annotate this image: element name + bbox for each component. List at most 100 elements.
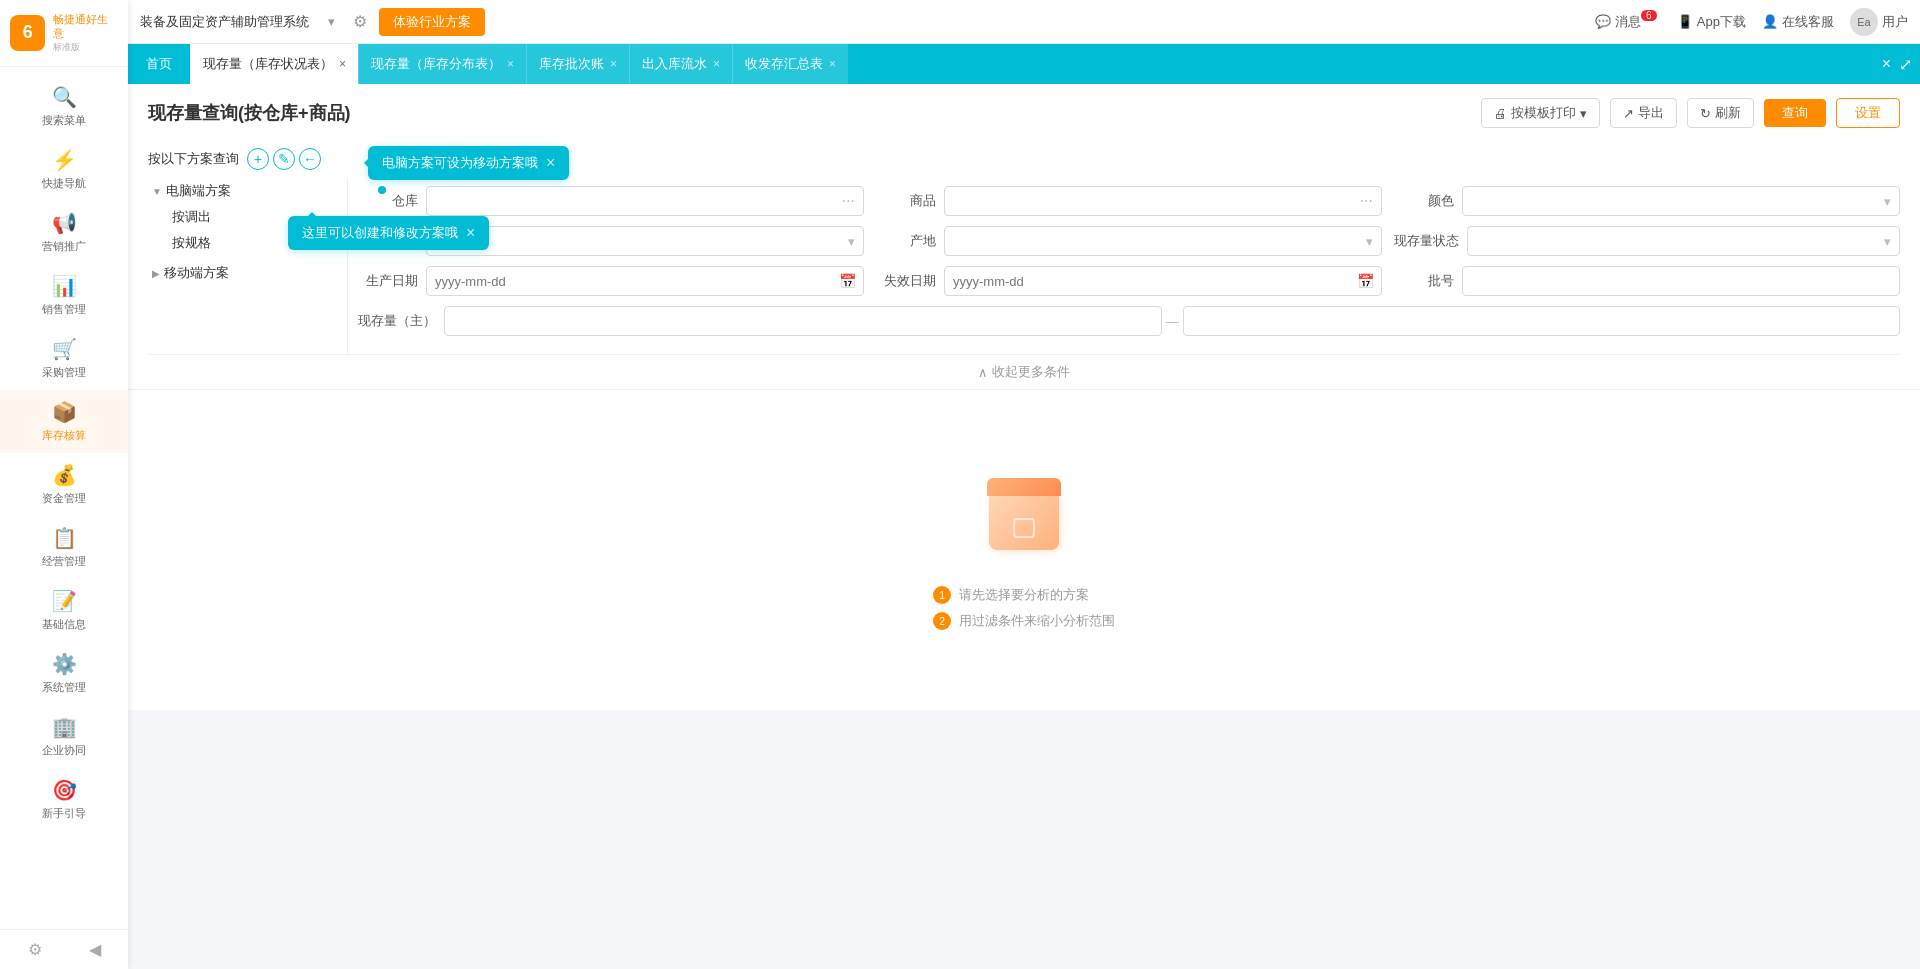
tab-stock-status-close[interactable]: × <box>339 57 346 71</box>
edit-scheme-btn[interactable]: ✎ <box>273 148 295 170</box>
sidebar-item-sales[interactable]: 📊 销售管理 <box>0 264 128 327</box>
page-actions: 🖨 按模板打印 ▾ ↗ 导出 ↻ 刷新 查询 设置 <box>1481 98 1900 128</box>
sidebar-item-enterprise[interactable]: 🏢 企业协同 <box>0 705 128 768</box>
sidebar-item-finance[interactable]: 💰 资金管理 <box>0 453 128 516</box>
tab-stock-summary[interactable]: 收发存汇总表 × <box>732 44 848 84</box>
origin-arrow: ▾ <box>1366 234 1373 249</box>
tab-stock-batch-label: 库存批次账 <box>539 55 604 73</box>
finance-label: 资金管理 <box>42 491 86 506</box>
prod-date-input[interactable] <box>426 266 864 296</box>
message-btn[interactable]: 💬 消息 6 <box>1595 13 1661 31</box>
edit-tooltip-close-btn[interactable]: × <box>466 224 475 242</box>
prod-date-calendar-icon[interactable]: 📅 <box>839 273 856 289</box>
expiry-date-input[interactable] <box>944 266 1382 296</box>
origin-label: 产地 <box>876 232 936 250</box>
sidebar-item-system[interactable]: ⚙️ 系统管理 <box>0 642 128 705</box>
stock-icon: 📦 <box>52 400 77 424</box>
tab-stock-dist[interactable]: 现存量（库存分布表） × <box>358 44 526 84</box>
tab-fullscreen-btn[interactable]: ⤢ <box>1899 55 1912 74</box>
empty-face-shape <box>1013 518 1035 538</box>
stock-status-label: 现存量状态 <box>1394 232 1459 250</box>
expiry-date-calendar-icon[interactable]: 📅 <box>1357 273 1374 289</box>
sidebar-settings-btn[interactable]: ⚙ <box>28 940 42 959</box>
export-label: 导出 <box>1638 104 1664 122</box>
scheme-group-mobile: ▶ 移动端方案 <box>148 260 337 286</box>
size-select[interactable]: ▾ <box>426 226 864 256</box>
color-select[interactable]: ▾ <box>1462 186 1900 216</box>
marketing-label: 营销推广 <box>42 239 86 254</box>
filter-row-4: 现存量（主） — <box>358 306 1900 336</box>
filter-body: ▼ 电脑端方案 按调出 按规格 ▶ 移动端方案 <box>148 178 1900 354</box>
quick-nav-label: 快捷导航 <box>42 176 86 191</box>
export-icon: ↗ <box>1623 106 1634 121</box>
stock-status-arrow: ▾ <box>1884 234 1891 249</box>
scheme-group-pc-header[interactable]: ▼ 电脑端方案 <box>148 178 337 204</box>
refresh-btn[interactable]: ↻ 刷新 <box>1687 98 1754 128</box>
system-dropdown-btn[interactable]: ▾ <box>321 12 341 32</box>
sidebar-item-marketing[interactable]: 📢 营销推广 <box>0 201 128 264</box>
tab-stock-dist-close[interactable]: × <box>507 57 514 71</box>
empty-box-shape <box>989 490 1059 550</box>
stock-main-from[interactable] <box>444 306 1162 336</box>
sidebar-collapse-btn[interactable]: ◀ <box>89 940 101 959</box>
collapse-btn[interactable]: ∧ 收起更多条件 <box>978 363 1070 381</box>
sidebar-item-operations[interactable]: 📋 经营管理 <box>0 516 128 579</box>
export-btn[interactable]: ↗ 导出 <box>1610 98 1677 128</box>
logo-text-wrap: 畅捷通好生意 标准版 <box>53 12 118 54</box>
sidebar-item-purchase[interactable]: 🛒 采购管理 <box>0 327 128 390</box>
filter-field-prod-date: 生产日期 📅 <box>358 266 864 296</box>
edit-tooltip: 这里可以创建和修改方案哦 × <box>288 216 489 250</box>
tab-stock-summary-close[interactable]: × <box>829 57 836 71</box>
sidebar-nav: 🔍 搜索菜单 ⚡ 快捷导航 📢 营销推广 📊 销售管理 🛒 采购管理 📦 库存核… <box>0 67 128 929</box>
sidebar-item-search[interactable]: 🔍 搜索菜单 <box>0 75 128 138</box>
industry-plan-btn[interactable]: 体验行业方案 <box>379 8 485 36</box>
purchase-icon: 🛒 <box>52 337 77 361</box>
back-scheme-btn[interactable]: ← <box>299 148 321 170</box>
filter-row-2: 尺码 ▾ 产地 ▾ <box>358 226 1900 256</box>
tab-stock-inout-close[interactable]: × <box>713 57 720 71</box>
tab-stock-inout[interactable]: 出入库流水 × <box>629 44 732 84</box>
search-btn[interactable]: 查询 <box>1764 99 1826 127</box>
sidebar-item-stock[interactable]: 📦 库存核算 <box>0 390 128 453</box>
warehouse-select[interactable]: ··· <box>426 186 864 216</box>
online-service-btn[interactable]: 👤 在线客服 <box>1762 13 1834 31</box>
filter-field-stock-main: 现存量（主） — <box>358 306 1900 336</box>
scheme-group-mobile-header[interactable]: ▶ 移动端方案 <box>148 260 337 286</box>
tab-stock-batch[interactable]: 库存批次账 × <box>526 44 629 84</box>
settings-btn[interactable]: 设置 <box>1836 98 1900 128</box>
goods-select[interactable]: ··· <box>944 186 1382 216</box>
tab-stock-batch-close[interactable]: × <box>610 57 617 71</box>
basic-icon: 📝 <box>52 589 77 613</box>
batch-label: 批号 <box>1394 272 1454 290</box>
filter-field-goods: 商品 ··· <box>876 186 1382 216</box>
online-service-label: 在线客服 <box>1782 13 1834 31</box>
header-gear-btn[interactable]: ⚙ <box>353 12 367 31</box>
scheme-tooltip-close-btn[interactable]: × <box>546 154 555 172</box>
tab-stock-inout-label: 出入库流水 <box>642 55 707 73</box>
add-scheme-btn[interactable]: + <box>247 148 269 170</box>
color-label: 颜色 <box>1394 192 1454 210</box>
sidebar-item-quick-nav[interactable]: ⚡ 快捷导航 <box>0 138 128 201</box>
stock-status-select[interactable]: ▾ <box>1467 226 1900 256</box>
stock-main-to[interactable] <box>1183 306 1901 336</box>
sidebar-item-guide[interactable]: 🎯 新手引导 <box>0 768 128 831</box>
tab-home[interactable]: 首页 <box>128 44 190 84</box>
logo-text: 畅捷通好生意 <box>53 12 118 41</box>
collapse-arrow-icon: ∧ <box>978 365 988 380</box>
sidebar-item-basic[interactable]: 📝 基础信息 <box>0 579 128 642</box>
tab-close-all-btn[interactable]: × <box>1882 55 1891 73</box>
print-btn[interactable]: 🖨 按模板打印 ▾ <box>1481 98 1600 128</box>
system-title: 装备及固定资产辅助管理系统 <box>140 13 309 31</box>
empty-illustration <box>974 470 1074 570</box>
sidebar-logo[interactable]: 6 畅捷通好生意 标准版 <box>0 0 128 67</box>
app-download-btn[interactable]: 📱 App下载 <box>1677 13 1746 31</box>
scheme-group-pc-arrow: ▼ <box>152 186 162 197</box>
print-icon: 🖨 <box>1494 106 1507 121</box>
user-btn[interactable]: Ea 用户 <box>1850 8 1908 36</box>
scheme-tooltip: 电脑方案可设为移动方案哦 × <box>368 146 569 180</box>
operations-label: 经营管理 <box>42 554 86 569</box>
origin-select[interactable]: ▾ <box>944 226 1382 256</box>
tab-bar: 首页 现存量（库存状况表） × 现存量（库存分布表） × 库存批次账 × 出入库… <box>128 44 1920 84</box>
batch-input[interactable] <box>1462 266 1900 296</box>
tab-stock-status[interactable]: 现存量（库存状况表） × <box>190 44 358 84</box>
